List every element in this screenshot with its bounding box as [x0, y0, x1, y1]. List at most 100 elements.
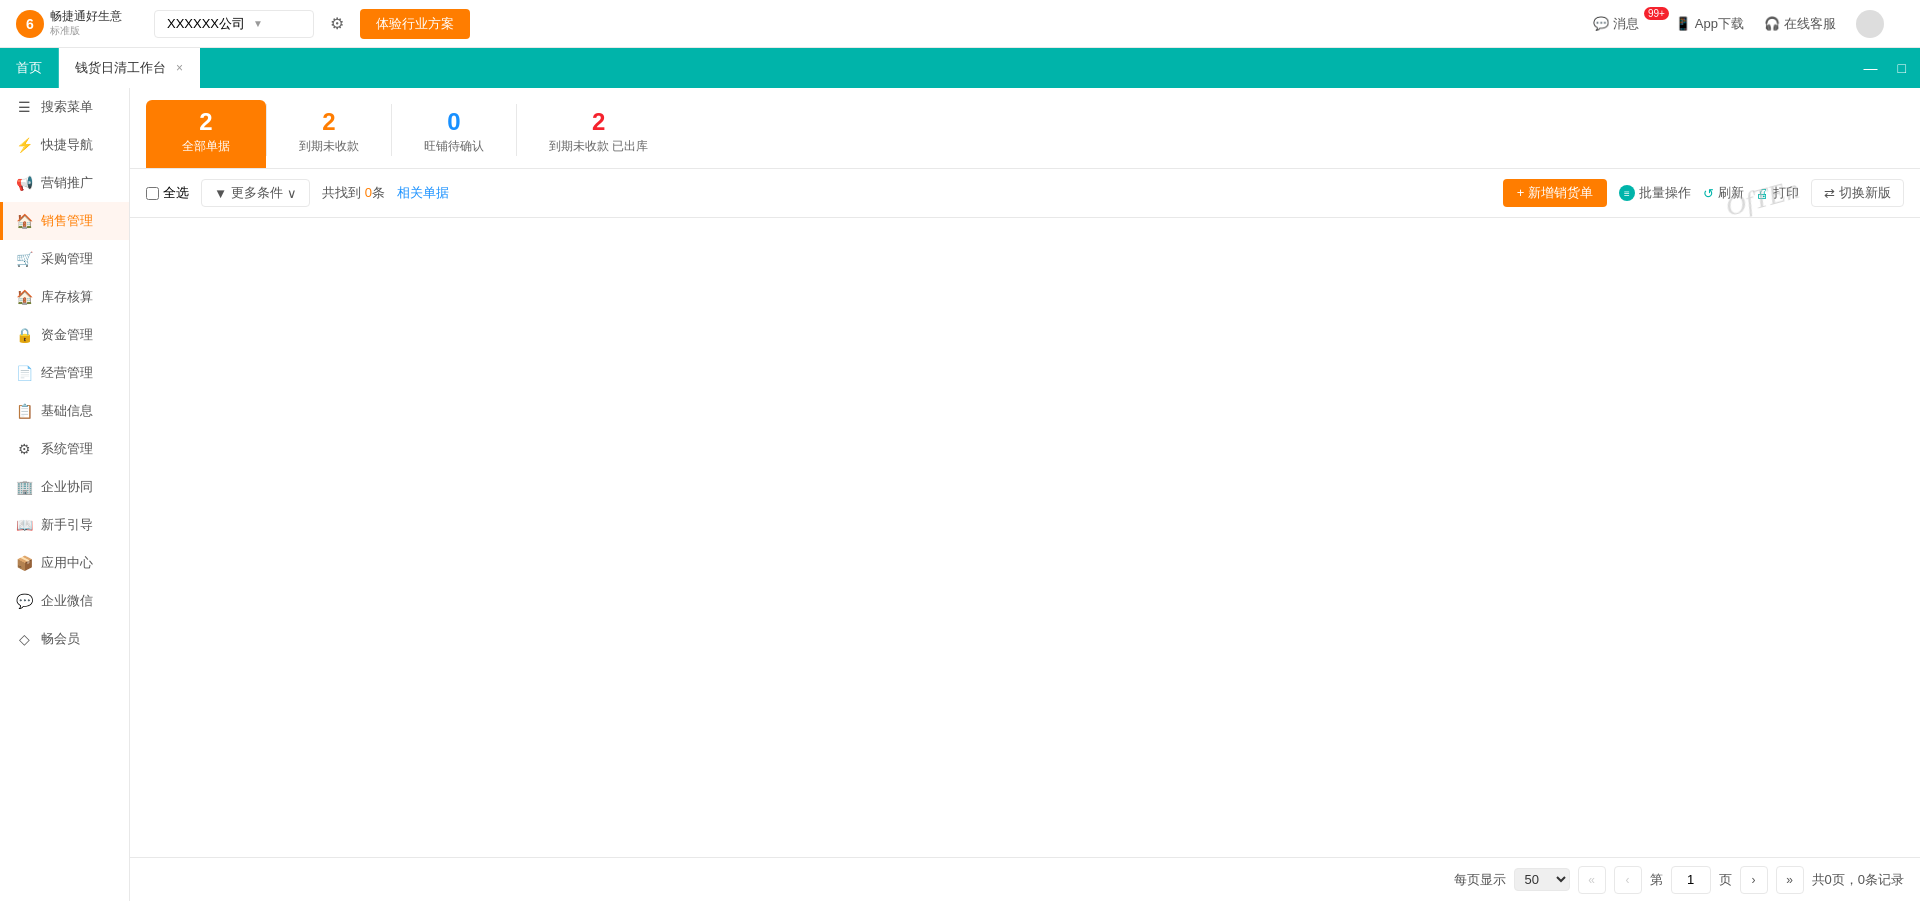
pagination-bar: 每页显示 50 100 200 « ‹ 第 页 › » 共0页，0条记录: [130, 857, 1920, 901]
page-suffix-label: 页: [1719, 871, 1732, 889]
sidebar-label-purchase: 采购管理: [41, 250, 93, 268]
stat-label-pending: 旺铺待确认: [424, 138, 484, 155]
found-number: 0: [365, 185, 372, 200]
refresh-icon: ↺: [1703, 186, 1714, 201]
basic-icon: 📋: [15, 402, 33, 420]
tab-home-label: 首页: [16, 59, 42, 77]
stat-tab-all[interactable]: 2 全部单据: [146, 100, 266, 168]
tab-controls: — □: [1850, 48, 1920, 88]
logo-icon: 6: [16, 10, 44, 38]
sidebar-label-basic: 基础信息: [41, 402, 93, 420]
sidebar-label-search: 搜索菜单: [41, 98, 93, 116]
toolbar-right: + 新增销货单 ≡ 批量操作 ↺ 刷新 🖨 打印 ⇄ 切换新版: [1503, 179, 1904, 207]
last-page-button[interactable]: »: [1776, 866, 1804, 894]
top-right-actions: 💬 消息 99+ 📱 App下载 🎧 在线客服: [1593, 10, 1904, 38]
trial-button[interactable]: 体验行业方案: [360, 9, 470, 39]
batch-icon: ≡: [1619, 185, 1635, 201]
prev-page-button[interactable]: ‹: [1614, 866, 1642, 894]
company-selector[interactable]: XXXXXX公司 ▼: [154, 10, 314, 38]
avatar[interactable]: [1856, 10, 1884, 38]
sidebar-label-operations: 经营管理: [41, 364, 93, 382]
sales-icon: 🏠: [15, 212, 33, 230]
chevron-down-icon: ▼: [253, 18, 263, 29]
logo-area: 6 畅捷通好生意 标准版: [16, 9, 146, 39]
sidebar-item-inventory[interactable]: 🏠 库存核算: [0, 278, 129, 316]
print-button[interactable]: 🖨 打印: [1756, 184, 1799, 202]
app-download-button[interactable]: 📱 App下载: [1675, 15, 1744, 33]
sidebar-label-marketing: 营销推广: [41, 174, 93, 192]
sidebar-label-finance: 资金管理: [41, 326, 93, 344]
page-number-input[interactable]: [1671, 866, 1711, 894]
sidebar-item-operations[interactable]: 📄 经营管理: [0, 354, 129, 392]
related-docs-link[interactable]: 相关单据: [397, 184, 449, 202]
refresh-button[interactable]: ↺ 刷新: [1703, 184, 1744, 202]
stat-label-all: 全部单据: [182, 138, 230, 155]
batch-action-button[interactable]: ≡ 批量操作: [1619, 184, 1691, 202]
enterprise-icon: 🏢: [15, 478, 33, 496]
message-button[interactable]: 💬 消息 99+: [1593, 15, 1655, 33]
marketing-icon: 📢: [15, 174, 33, 192]
per-page-select[interactable]: 50 100 200: [1514, 868, 1570, 891]
sidebar-item-app-center[interactable]: 📦 应用中心: [0, 544, 129, 582]
company-name: XXXXXX公司: [167, 15, 245, 33]
sidebar-item-system[interactable]: ⚙ 系统管理: [0, 430, 129, 468]
tab-workbench[interactable]: 钱货日清工作台 ×: [59, 48, 200, 88]
stat-tab-overdue[interactable]: 2 到期未收款: [267, 100, 391, 168]
tab-close-icon[interactable]: ×: [176, 61, 183, 75]
tab-workbench-label: 钱货日清工作台: [75, 59, 166, 77]
main-layout: ☰ 搜索菜单 ⚡ 快捷导航 📢 营销推广 🏠 销售管理 🛒 采购管理 🏠 库存核…: [0, 88, 1920, 901]
add-sales-order-button[interactable]: + 新增销货单: [1503, 179, 1607, 207]
online-service-label: 在线客服: [1784, 15, 1836, 33]
search-menu-icon: ☰: [15, 98, 33, 116]
member-icon: ◇: [15, 630, 33, 648]
stat-label-shipped: 到期未收款 已出库: [549, 138, 648, 155]
next-page-button[interactable]: ›: [1740, 866, 1768, 894]
tab-collapse-button[interactable]: —: [1858, 58, 1884, 78]
message-icon: 💬: [1593, 16, 1609, 31]
sidebar-label-sales: 销售管理: [41, 212, 93, 230]
settings-icon[interactable]: ⚙: [326, 10, 348, 37]
sidebar-item-purchase[interactable]: 🛒 采购管理: [0, 240, 129, 278]
page-prefix-label: 第: [1650, 871, 1663, 889]
sidebar-item-sales[interactable]: 🏠 销售管理: [0, 202, 129, 240]
batch-label: 批量操作: [1639, 184, 1691, 202]
per-page-label: 每页显示: [1454, 871, 1506, 889]
filter-icon: ▼: [214, 186, 227, 201]
filter-button[interactable]: ▼ 更多条件 ∨: [201, 179, 310, 207]
sidebar-label-quick-nav: 快捷导航: [41, 136, 93, 154]
sidebar-item-guide[interactable]: 📖 新手引导: [0, 506, 129, 544]
first-page-button[interactable]: «: [1578, 866, 1606, 894]
table-area: [130, 218, 1920, 857]
sidebar-label-guide: 新手引导: [41, 516, 93, 534]
quick-nav-icon: ⚡: [15, 136, 33, 154]
operations-icon: 📄: [15, 364, 33, 382]
tab-bar: 首页 钱货日清工作台 × — □: [0, 48, 1920, 88]
stats-tabs: 2 全部单据 2 到期未收款 0 旺铺待确认 2 到期未收款 已出库: [130, 88, 1920, 169]
sidebar-item-finance[interactable]: 🔒 资金管理: [0, 316, 129, 354]
online-service-button[interactable]: 🎧 在线客服: [1764, 15, 1836, 33]
wechat-icon: 💬: [15, 592, 33, 610]
message-badge: 99+: [1644, 7, 1669, 20]
sidebar-label-member: 畅会员: [41, 630, 80, 648]
sidebar-item-quick-nav[interactable]: ⚡ 快捷导航: [0, 126, 129, 164]
content-area: 2 全部单据 2 到期未收款 0 旺铺待确认 2 到期未收款 已出库: [130, 88, 1920, 901]
sidebar-item-basic[interactable]: 📋 基础信息: [0, 392, 129, 430]
sidebar-item-search[interactable]: ☰ 搜索菜单: [0, 88, 129, 126]
switch-version-button[interactable]: ⇄ 切换新版: [1811, 179, 1904, 207]
sidebar-item-wechat[interactable]: 💬 企业微信: [0, 582, 129, 620]
sidebar-item-member[interactable]: ◇ 畅会员: [0, 620, 129, 658]
service-icon: 🎧: [1764, 16, 1780, 31]
tab-expand-button[interactable]: □: [1892, 58, 1912, 78]
stat-tab-pending[interactable]: 0 旺铺待确认: [392, 100, 516, 168]
filter-label: 更多条件: [231, 184, 283, 202]
download-icon: 📱: [1675, 16, 1691, 31]
sidebar-item-enterprise[interactable]: 🏢 企业协同: [0, 468, 129, 506]
select-all-checkbox[interactable]: 全选: [146, 184, 189, 202]
toolbar: 全选 ▼ 更多条件 ∨ 共找到 0条 相关单据 + 新增销货单 ≡ 批量操作 ↺…: [130, 169, 1920, 218]
tab-home[interactable]: 首页: [0, 48, 59, 88]
stat-label-overdue: 到期未收款: [299, 138, 359, 155]
stat-tab-shipped[interactable]: 2 到期未收款 已出库: [517, 100, 680, 168]
sidebar-item-marketing[interactable]: 📢 营销推广: [0, 164, 129, 202]
app-center-icon: 📦: [15, 554, 33, 572]
select-all-input[interactable]: [146, 187, 159, 200]
